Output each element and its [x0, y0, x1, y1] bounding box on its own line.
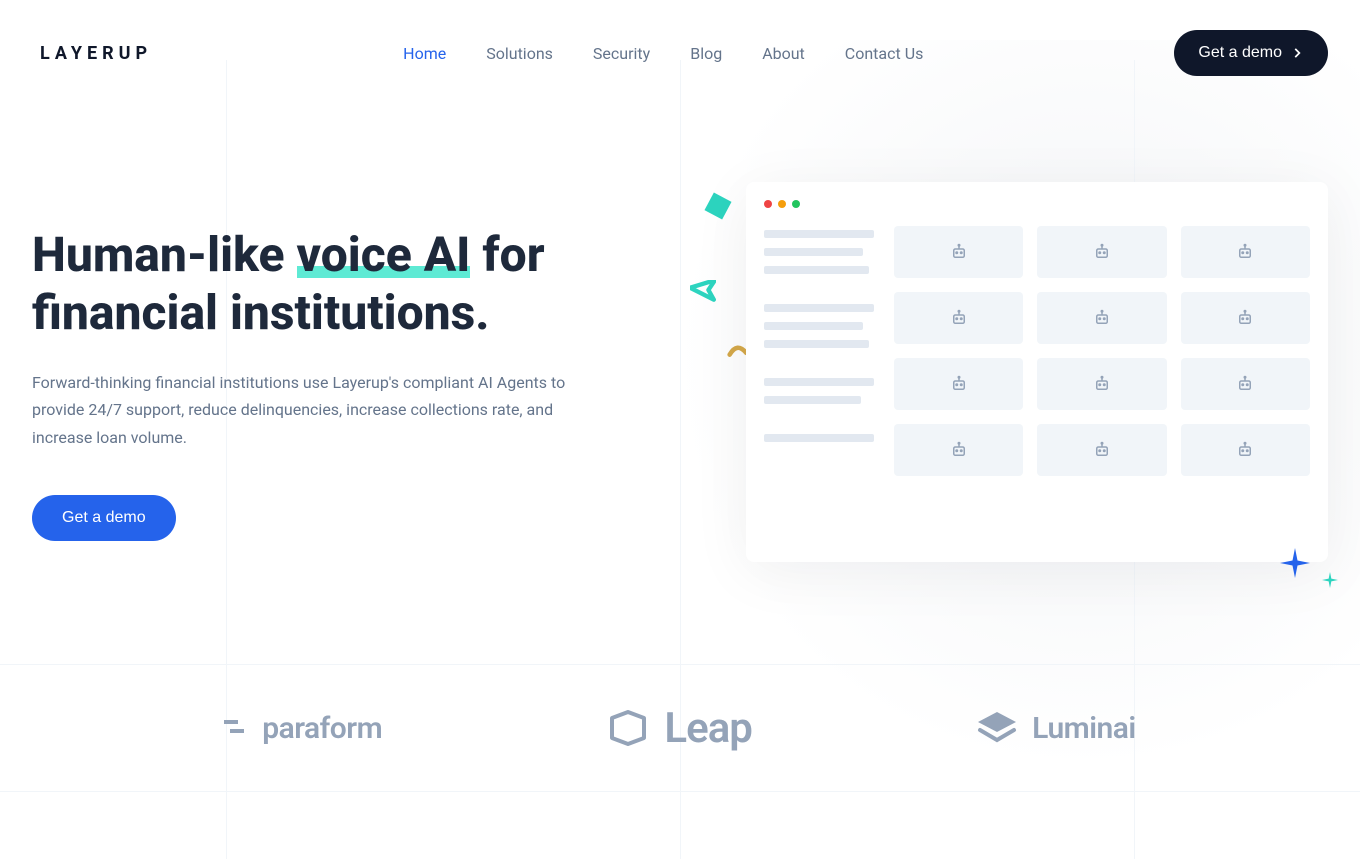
leap-mark-icon — [606, 708, 650, 748]
hero-section: Human-like voice AI for financial instit… — [0, 106, 1360, 541]
logo-luminai-text: Luminai — [1032, 711, 1136, 746]
brand-logo[interactable]: LAYERUP — [40, 43, 152, 64]
logo-paraform: paraform — [224, 711, 382, 746]
primary-nav: Home Solutions Security Blog About Conta… — [403, 44, 923, 63]
logo-luminai: Luminai — [976, 710, 1136, 746]
customer-logos-strip: paraform Leap Luminai — [0, 664, 1360, 792]
sparkle-icon — [1280, 548, 1310, 582]
nav-about[interactable]: About — [762, 44, 805, 63]
chevron-right-icon — [1290, 46, 1304, 60]
header-demo-label: Get a demo — [1198, 44, 1282, 62]
logo-leap: Leap — [606, 704, 752, 753]
hero-title: Human-like voice AI for financial instit… — [32, 226, 672, 341]
nav-contact[interactable]: Contact Us — [845, 44, 924, 63]
nav-home[interactable]: Home — [403, 44, 446, 63]
header-demo-button[interactable]: Get a demo — [1174, 30, 1328, 76]
site-header: LAYERUP Home Solutions Security Blog Abo… — [0, 0, 1360, 106]
hero-cta-button[interactable]: Get a demo — [32, 495, 176, 541]
nav-solutions[interactable]: Solutions — [486, 44, 553, 63]
paraform-mark-icon — [224, 717, 248, 739]
nav-security[interactable]: Security — [593, 44, 650, 63]
luminai-mark-icon — [976, 710, 1018, 746]
logo-paraform-text: paraform — [262, 711, 382, 746]
hero-subtitle: Forward-thinking financial institutions … — [32, 369, 612, 451]
nav-blog[interactable]: Blog — [690, 44, 722, 63]
sparkle-small-icon — [1322, 572, 1338, 592]
logo-leap-text: Leap — [664, 704, 752, 753]
hero-title-underline: voice AI — [297, 226, 471, 284]
hero-title-pre: Human-like — [32, 226, 297, 283]
